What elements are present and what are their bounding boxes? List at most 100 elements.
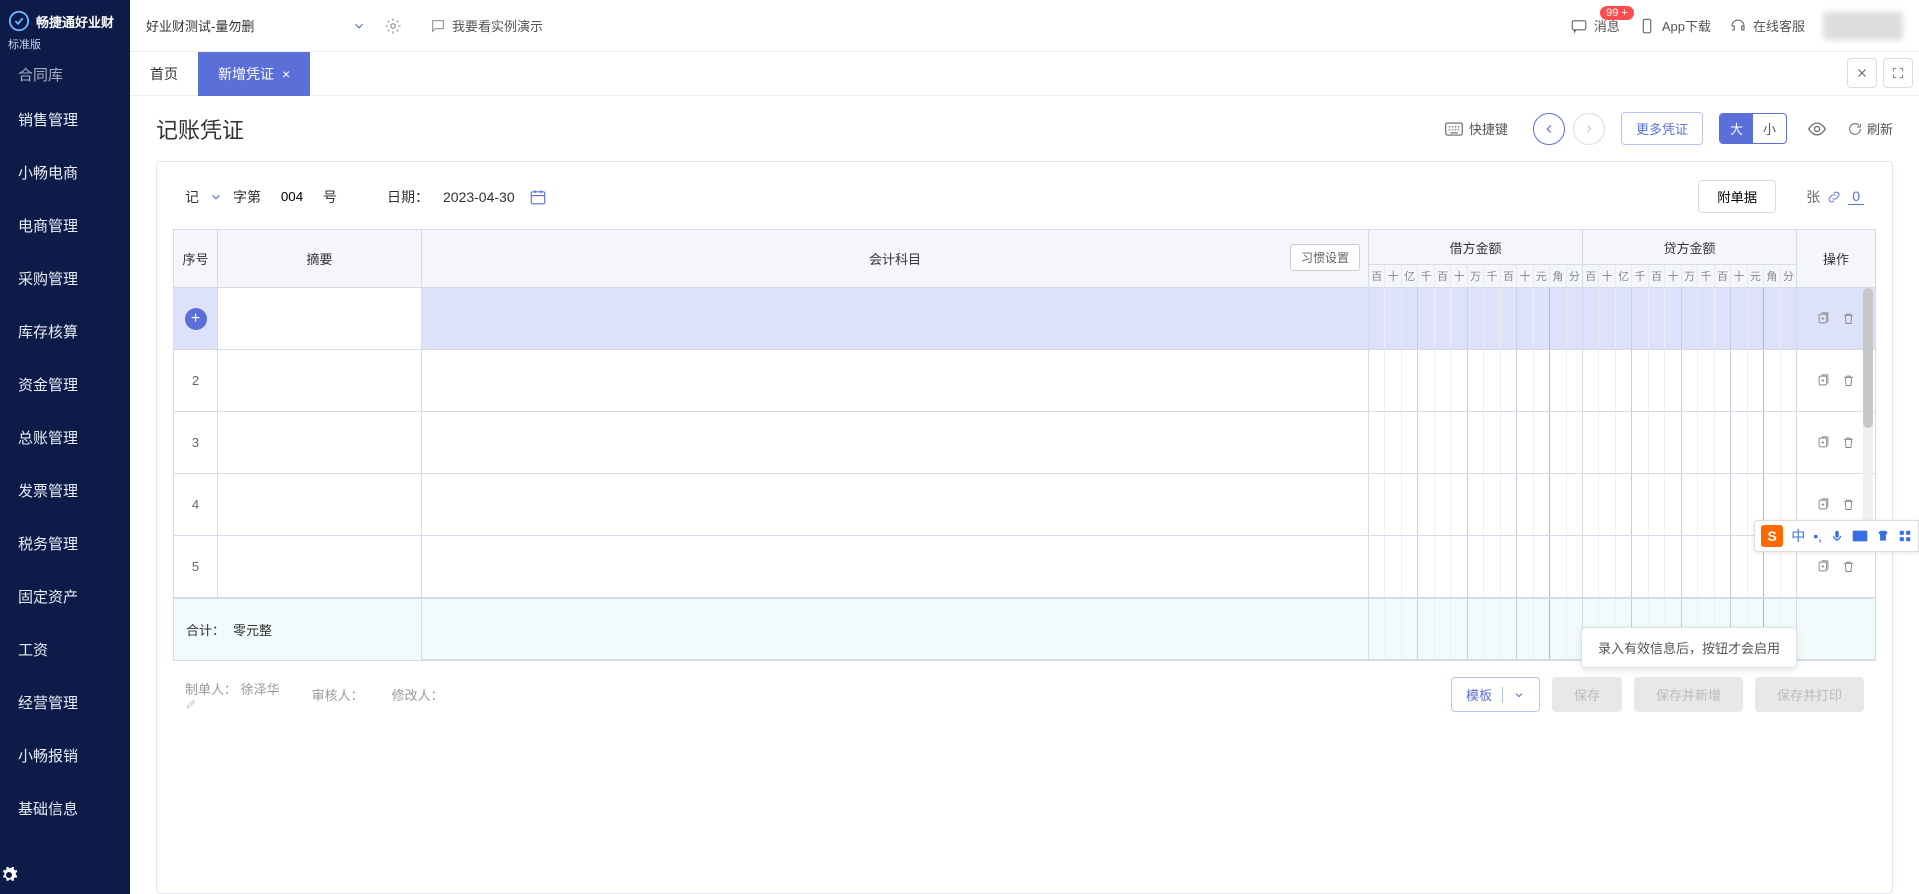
demo-link[interactable]: 我要看实例演示 [430, 16, 543, 35]
sidebar-settings[interactable] [0, 856, 130, 894]
sidebar-item-operations[interactable]: 经营管理 [0, 676, 130, 729]
credit-digits: 百十亿千百十万千百十元角分 [1583, 265, 1796, 287]
voucher-type[interactable]: 记 [185, 187, 199, 207]
close-icon[interactable]: × [282, 66, 290, 82]
copy-row-button[interactable] [1816, 435, 1831, 450]
voucher-meta: 记 字第 号 日期： 2023-04-30 附单据 张 [157, 180, 1892, 229]
digit-label: 分 [1781, 265, 1796, 287]
copy-row-button[interactable] [1816, 311, 1831, 326]
sidebar-item-reimburse[interactable]: 小畅报销 [0, 729, 130, 782]
tab-home[interactable]: 首页 [130, 52, 198, 96]
cell-account[interactable] [422, 536, 1369, 598]
close-tab-button[interactable] [1847, 58, 1877, 88]
ime-toolbar[interactable]: S 中 •, [1754, 520, 1919, 552]
ime-grid-icon[interactable] [1898, 529, 1912, 543]
sidebar-item-fixed-assets[interactable]: 固定资产 [0, 570, 130, 623]
fullscreen-button[interactable] [1883, 58, 1913, 88]
cell-seq: 2 [174, 350, 218, 412]
digit-label: 百 [1501, 265, 1517, 287]
attachment-link[interactable] [1826, 189, 1842, 205]
cell-account[interactable] [422, 474, 1369, 536]
messages[interactable]: 消息 99 + [1570, 16, 1620, 35]
cell-summary[interactable] [218, 288, 422, 350]
table-row[interactable]: 2 [174, 350, 1875, 412]
sidebar-item-sales[interactable]: 销售管理 [0, 93, 130, 146]
edit-maker[interactable] [185, 698, 284, 710]
delete-row-button[interactable] [1841, 311, 1856, 326]
table-row[interactable]: 5 [174, 536, 1875, 598]
cell-debit[interactable] [1369, 288, 1583, 350]
settings-icon[interactable] [384, 17, 402, 35]
sidebar-item-purchase[interactable]: 采购管理 [0, 252, 130, 305]
cell-credit[interactable] [1583, 412, 1797, 474]
template-button[interactable]: 模板 [1451, 677, 1540, 712]
sidebar-item-basic[interactable]: 基础信息 [0, 782, 130, 835]
copy-row-button[interactable] [1816, 559, 1831, 574]
context-selector[interactable]: 好业财测试-量勿删 [146, 16, 366, 35]
ime-keyboard-icon[interactable] [1852, 530, 1868, 542]
prev-voucher[interactable] [1533, 113, 1565, 145]
calendar-button[interactable] [529, 188, 547, 206]
sheet-count-value[interactable]: 0 [1848, 188, 1864, 205]
ime-mic-icon[interactable] [1830, 529, 1844, 543]
app-download[interactable]: App下载 [1638, 16, 1711, 35]
summary-input[interactable] [218, 288, 421, 349]
attach-document-button[interactable]: 附单据 [1698, 180, 1776, 213]
table-scrollbar[interactable] [1863, 288, 1873, 548]
fullscreen-icon [1891, 66, 1905, 80]
sidebar-item-invoice[interactable]: 发票管理 [0, 464, 130, 517]
sidebar-item-tax[interactable]: 税务管理 [0, 517, 130, 570]
table-row[interactable]: 4 [174, 474, 1875, 536]
cell-summary[interactable] [218, 412, 422, 474]
habit-settings-button[interactable]: 习惯设置 [1290, 244, 1360, 271]
cell-credit[interactable] [1583, 288, 1797, 350]
cell-summary[interactable] [218, 536, 422, 598]
size-small[interactable]: 小 [1753, 114, 1786, 143]
sidebar-item-funds[interactable]: 资金管理 [0, 358, 130, 411]
cell-debit[interactable] [1369, 474, 1583, 536]
voucher-panel: 记 字第 号 日期： 2023-04-30 附单据 张 [156, 161, 1893, 894]
sidebar-item-inventory[interactable]: 库存核算 [0, 305, 130, 358]
sidebar-item-cut[interactable]: 合同库 [0, 60, 130, 93]
cell-account[interactable] [422, 350, 1369, 412]
view-button[interactable] [1803, 115, 1831, 143]
delete-row-button[interactable] [1841, 559, 1856, 574]
more-vouchers-button[interactable]: 更多凭证 [1621, 112, 1703, 145]
page-title: 记账凭证 [156, 113, 1420, 145]
sidebar-item-xiaochang-ec[interactable]: 小畅电商 [0, 146, 130, 199]
cell-debit[interactable] [1369, 536, 1583, 598]
size-big[interactable]: 大 [1720, 114, 1753, 143]
cell-account[interactable] [422, 288, 1369, 350]
refresh-icon [1847, 121, 1863, 137]
cell-debit[interactable] [1369, 412, 1583, 474]
sidebar-item-ecommerce[interactable]: 电商管理 [0, 199, 130, 252]
cell-credit[interactable] [1583, 350, 1797, 412]
table-row[interactable]: 3 [174, 412, 1875, 474]
copy-row-button[interactable] [1816, 373, 1831, 388]
voucher-date[interactable]: 2023-04-30 [439, 187, 519, 207]
sidebar-item-salary[interactable]: 工资 [0, 623, 130, 676]
voucher-type-dropdown[interactable] [209, 190, 223, 204]
delete-row-button[interactable] [1841, 497, 1856, 512]
avatar[interactable] [1823, 12, 1903, 40]
ime-lang[interactable]: 中 [1791, 526, 1805, 546]
cell-summary[interactable] [218, 350, 422, 412]
add-row-button[interactable]: + [185, 308, 207, 330]
sidebar-nav: 合同库 销售管理 小畅电商 电商管理 采购管理 库存核算 资金管理 总账管理 发… [0, 60, 130, 856]
ime-punct-icon[interactable]: •, [1813, 528, 1822, 544]
cell-account[interactable] [422, 412, 1369, 474]
delete-row-button[interactable] [1841, 373, 1856, 388]
support[interactable]: 在线客服 [1729, 16, 1805, 35]
voucher-number-input[interactable] [271, 189, 313, 205]
ime-skin-icon[interactable] [1876, 529, 1890, 543]
table-row[interactable]: + [174, 288, 1875, 350]
cell-debit[interactable] [1369, 350, 1583, 412]
tab-new-voucher[interactable]: 新增凭证 × [198, 52, 310, 96]
copy-row-button[interactable] [1816, 497, 1831, 512]
refresh-button[interactable]: 刷新 [1847, 119, 1893, 138]
shortcut-button[interactable]: 快捷键 [1436, 114, 1517, 143]
sidebar-item-ledger[interactable]: 总账管理 [0, 411, 130, 464]
context-name: 好业财测试-量勿删 [146, 16, 254, 35]
delete-row-button[interactable] [1841, 435, 1856, 450]
cell-summary[interactable] [218, 474, 422, 536]
